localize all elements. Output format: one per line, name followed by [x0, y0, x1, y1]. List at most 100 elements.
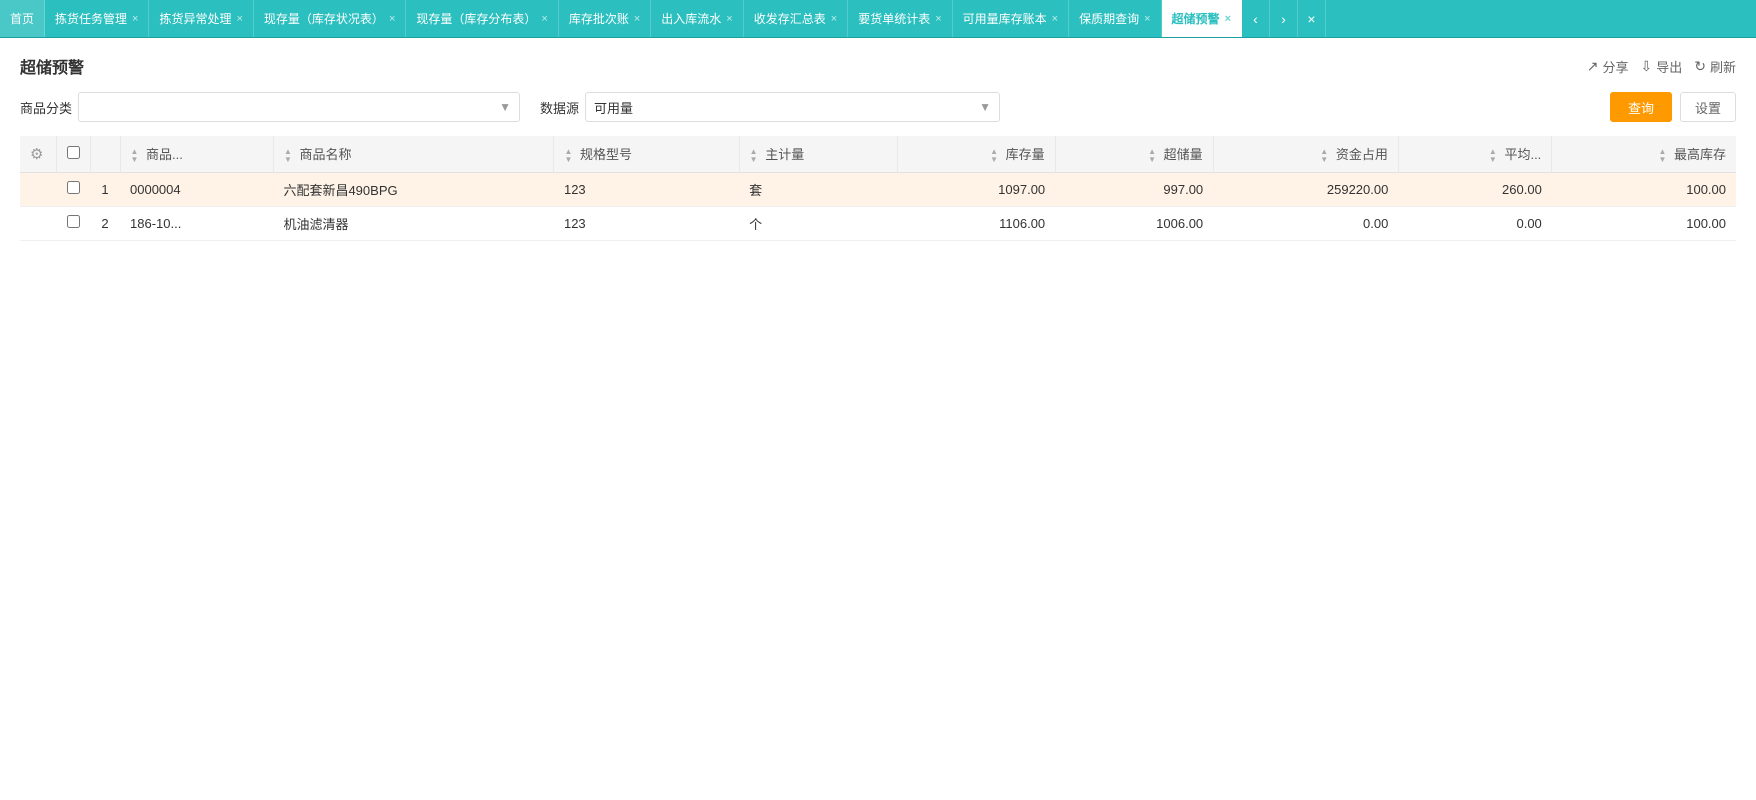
tab-batch-account[interactable]: 库存批次账 × [559, 0, 651, 38]
column-spec[interactable]: ▲▼ 规格型号 [554, 136, 739, 172]
settings-button[interactable]: 设置 [1680, 92, 1736, 122]
close-icon[interactable]: × [389, 13, 395, 25]
nav-right-arrow[interactable]: › [1270, 0, 1298, 38]
sort-icon: ▲▼ [750, 148, 758, 164]
row-action-cell [20, 206, 56, 240]
row-capital: 0.00 [1213, 206, 1398, 240]
top-navigation: 首页 拣货任务管理 × 拣货异常处理 × 现存量（库存状况表） × 现存量（库存… [0, 0, 1756, 38]
page-content: 超储预警 ↗ 分享 ⇩ 导出 ↻ 刷新 商品分类 ▼ 数据源 [0, 38, 1756, 257]
tab-inout-flow[interactable]: 出入库流水 × [651, 0, 743, 38]
sort-icon: ▲▼ [1320, 148, 1328, 164]
sort-icon: ▲▼ [1489, 148, 1497, 164]
column-stock[interactable]: ▲▼ 库存量 [897, 136, 1055, 172]
tab-inventory-status[interactable]: 现存量（库存状况表） × [254, 0, 406, 38]
share-icon: ↗ [1587, 58, 1599, 75]
row-avg: 0.00 [1398, 206, 1551, 240]
row-number: 2 [90, 206, 120, 240]
row-checkbox-cell[interactable] [56, 206, 90, 240]
refresh-button[interactable]: ↻ 刷新 [1694, 57, 1736, 76]
sort-icon: ▲▼ [1148, 148, 1156, 164]
row-stock: 1106.00 [897, 206, 1055, 240]
product-category-label: 商品分类 [20, 98, 72, 117]
column-product-code[interactable]: ▲▼ 商品... [120, 136, 273, 172]
close-icon[interactable]: × [1144, 13, 1150, 25]
header-actions: ↗ 分享 ⇩ 导出 ↻ 刷新 [1587, 57, 1736, 76]
column-max-stock[interactable]: ▲▼ 最高库存 [1552, 136, 1736, 172]
nav-left-arrow[interactable]: ‹ [1242, 0, 1270, 38]
share-button[interactable]: ↗ 分享 [1587, 57, 1629, 76]
data-table: ⚙ ▲▼ 商品... ▲▼ 商品名称 ▲▼ 规格型号 [20, 136, 1736, 241]
product-category-filter: 商品分类 ▼ [20, 92, 520, 122]
row-product-code: 0000004 [120, 172, 273, 206]
page-header: 超储预警 ↗ 分享 ⇩ 导出 ↻ 刷新 [20, 54, 1736, 78]
row-checkbox[interactable] [67, 181, 80, 194]
filter-actions: 查询 设置 [1610, 92, 1736, 122]
column-settings[interactable]: ⚙ [20, 136, 56, 172]
table-header-row: ⚙ ▲▼ 商品... ▲▼ 商品名称 ▲▼ 规格型号 [20, 136, 1736, 172]
table-row: 2 186-10... 机油滤清器 123 个 1106.00 1006.00 … [20, 206, 1736, 240]
close-icon[interactable]: × [132, 13, 138, 25]
column-checkbox [56, 136, 90, 172]
row-unit: 个 [739, 206, 897, 240]
row-spec: 123 [554, 206, 739, 240]
column-capital[interactable]: ▲▼ 资金占用 [1213, 136, 1398, 172]
row-checkbox[interactable] [67, 215, 80, 228]
row-number: 1 [90, 172, 120, 206]
close-icon[interactable]: × [541, 13, 547, 25]
tab-inventory-dist[interactable]: 现存量（库存分布表） × [406, 0, 558, 38]
refresh-icon: ↻ [1694, 58, 1706, 75]
row-action-cell [20, 172, 56, 206]
tab-pick-task[interactable]: 拣货任务管理 × [45, 0, 149, 38]
row-product-name: 机油滤清器 [273, 206, 554, 240]
row-product-code: 186-10... [120, 206, 273, 240]
column-row-num [90, 136, 120, 172]
close-icon[interactable]: × [236, 13, 242, 25]
sort-icon: ▲▼ [990, 148, 998, 164]
gear-icon[interactable]: ⚙ [30, 146, 43, 163]
chevron-down-icon: ▼ [499, 100, 511, 114]
page-title: 超储预警 [20, 54, 84, 78]
close-icon[interactable]: × [1225, 13, 1231, 25]
tab-pick-exception[interactable]: 拣货异常处理 × [149, 0, 253, 38]
column-product-name[interactable]: ▲▼ 商品名称 [273, 136, 554, 172]
row-avg: 260.00 [1398, 172, 1551, 206]
row-overstock: 997.00 [1055, 172, 1213, 206]
export-icon: ⇩ [1641, 58, 1653, 75]
export-button[interactable]: ⇩ 导出 [1641, 57, 1683, 76]
close-icon[interactable]: × [726, 13, 732, 25]
close-icon[interactable]: × [634, 13, 640, 25]
column-overstock[interactable]: ▲▼ 超储量 [1055, 136, 1213, 172]
datasource-select[interactable]: 可用量 ▼ [585, 92, 1000, 122]
close-icon[interactable]: × [1052, 13, 1058, 25]
tab-summary[interactable]: 收发存汇总表 × [744, 0, 848, 38]
datasource-label: 数据源 [540, 98, 579, 117]
row-max-stock: 100.00 [1552, 206, 1736, 240]
column-avg[interactable]: ▲▼ 平均... [1398, 136, 1551, 172]
tab-home[interactable]: 首页 [0, 0, 45, 38]
tab-available-stock[interactable]: 可用量库存账本 × [953, 0, 1069, 38]
row-capital: 259220.00 [1213, 172, 1398, 206]
table-row: 1 0000004 六配套新昌490BPG 123 套 1097.00 997.… [20, 172, 1736, 206]
row-spec: 123 [554, 172, 739, 206]
sort-icon: ▲▼ [131, 148, 139, 164]
close-icon[interactable]: × [935, 13, 941, 25]
chevron-down-icon: ▼ [979, 100, 991, 114]
sort-icon: ▲▼ [284, 148, 292, 164]
row-max-stock: 100.00 [1552, 172, 1736, 206]
tab-expiry[interactable]: 保质期查询 × [1069, 0, 1161, 38]
sort-icon: ▲▼ [1658, 148, 1666, 164]
column-unit[interactable]: ▲▼ 主计量 [739, 136, 897, 172]
tab-order-stats[interactable]: 要货单统计表 × [848, 0, 952, 38]
datasource-filter: 数据源 可用量 ▼ [540, 92, 1000, 122]
row-overstock: 1006.00 [1055, 206, 1213, 240]
query-button[interactable]: 查询 [1610, 92, 1672, 122]
close-icon[interactable]: × [831, 13, 837, 25]
product-category-select[interactable]: ▼ [78, 92, 520, 122]
sort-icon: ▲▼ [564, 148, 572, 164]
tab-overstock[interactable]: 超储预警 × [1162, 0, 1242, 38]
nav-more-arrow[interactable]: × [1298, 0, 1326, 38]
filter-row: 商品分类 ▼ 数据源 可用量 ▼ 查询 设置 [20, 92, 1736, 122]
row-checkbox-cell[interactable] [56, 172, 90, 206]
select-all-checkbox[interactable] [67, 146, 80, 159]
row-unit: 套 [739, 172, 897, 206]
